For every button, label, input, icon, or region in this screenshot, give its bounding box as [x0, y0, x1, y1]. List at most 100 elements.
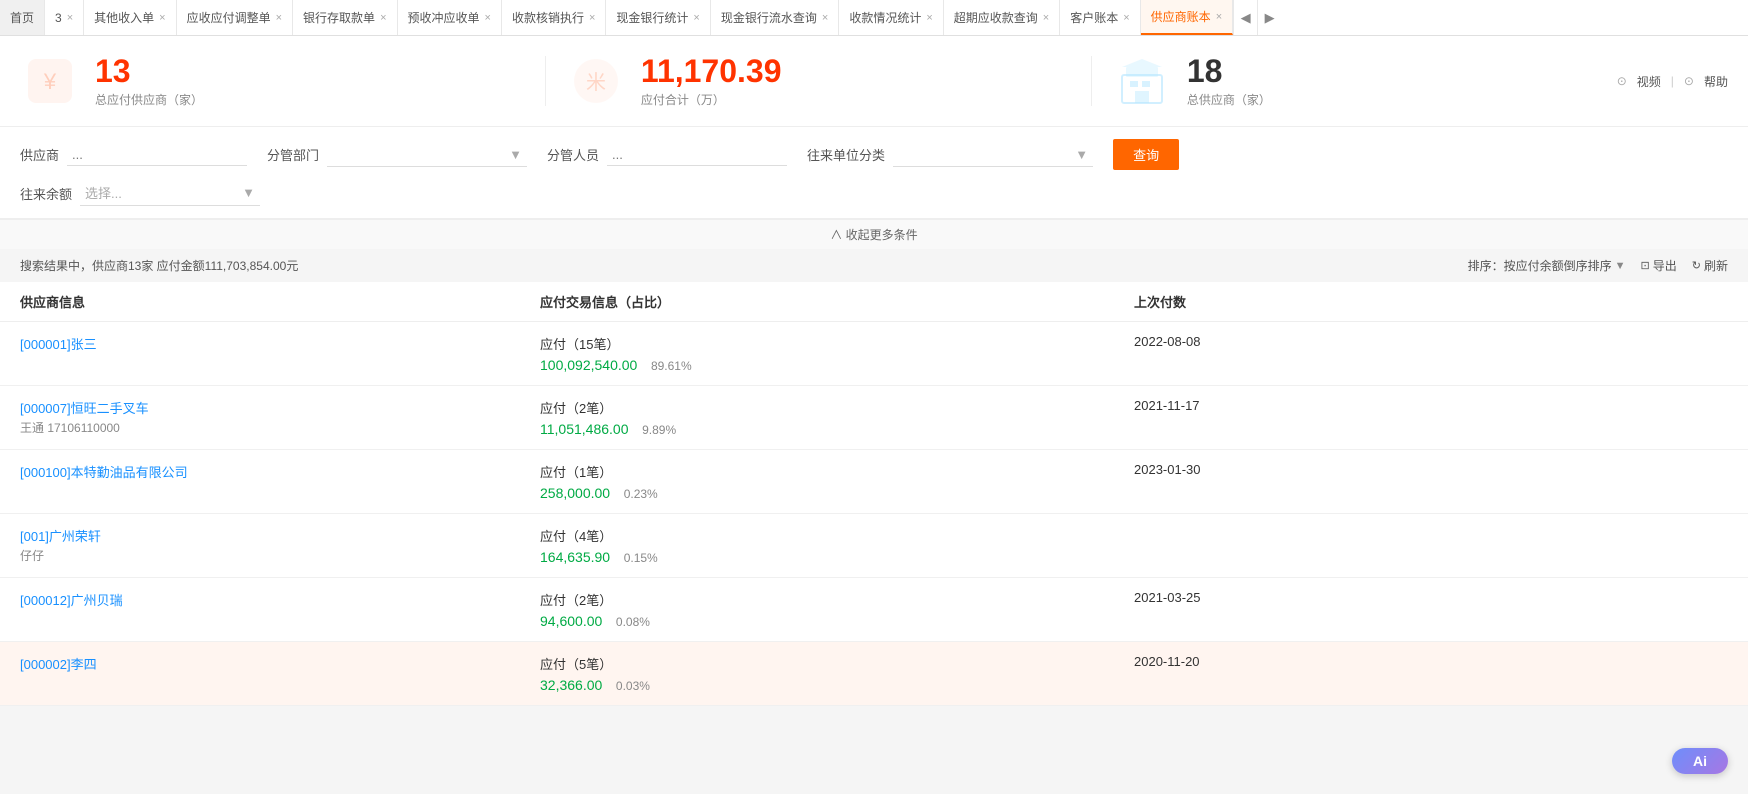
payable-info-cell: 应付（2笔） 11,051,486.00 9.89% — [540, 398, 1134, 437]
results-bar: 搜索结果中，供应商13家 应付金额111,703,854.00元 排序：按应付余… — [0, 249, 1748, 282]
collapse-bar[interactable]: ∧ 收起更多条件 — [0, 219, 1748, 249]
close-icon[interactable]: × — [926, 12, 932, 24]
filter-section: 供应商 分管部门 ▼ 分管人员 往来单位分类 ▼ 查询 往来余额 选择 — [0, 127, 1748, 219]
supplier-table: 供应商信息 应付交易信息（占比） 上次付数 [000001]张三 应付（15笔）… — [0, 282, 1748, 706]
nav-tab-receipt-stat[interactable]: 收款情况统计 × — [839, 0, 943, 35]
payable-suppliers-icon: ¥ — [20, 51, 80, 111]
table-row: [000012]广州贝瑞 应付（2笔） 94,600.00 0.08% 2021… — [0, 578, 1748, 642]
table-row: [000007]恒旺二手叉车 王通 17106110000 应付（2笔） 11,… — [0, 386, 1748, 450]
table-row: [001]广州荣轩 仔仔 应付（4笔） 164,635.90 0.15% — [0, 514, 1748, 578]
balance-filter: 往来余额 选择... ▼ — [20, 180, 260, 206]
nav-tab-receipt-verify[interactable]: 收款核销执行 × — [502, 0, 606, 35]
payable-count: 应付（1笔） — [540, 462, 1134, 481]
supplier-info-cell: [000007]恒旺二手叉车 王通 17106110000 — [20, 398, 540, 436]
sort-button[interactable]: 排序：按应付余额倒序排序 ▼ — [1468, 257, 1626, 274]
close-icon[interactable]: × — [822, 12, 828, 24]
supplier-link[interactable]: [000012]广州贝瑞 — [20, 593, 123, 608]
header-last-pay: 上次付数 — [1134, 292, 1728, 311]
payable-count: 应付（4笔） — [540, 526, 1134, 545]
total-suppliers-label: 总供应商（家） — [1187, 91, 1271, 108]
category-filter: 往来单位分类 ▼ — [807, 143, 1093, 167]
supplier-link[interactable]: [000002]李四 — [20, 657, 97, 672]
export-button[interactable]: ⊡ 导出 — [1641, 257, 1677, 274]
nav-tab-other-income[interactable]: 其他收入单 × — [84, 0, 176, 35]
help-circle-icon2: ⊙ — [1684, 74, 1694, 88]
close-icon[interactable]: × — [67, 12, 73, 24]
balance-select[interactable]: 选择... ▼ — [80, 180, 260, 206]
results-summary: 搜索结果中，供应商13家 应付金额111,703,854.00元 — [20, 257, 298, 274]
close-icon[interactable]: × — [589, 12, 595, 24]
close-icon[interactable]: × — [276, 12, 282, 24]
query-button[interactable]: 查询 — [1113, 139, 1179, 170]
close-icon[interactable]: × — [485, 12, 491, 24]
person-label: 分管人员 — [547, 145, 599, 164]
supplier-input[interactable] — [67, 144, 247, 166]
header-supplier-info: 供应商信息 — [20, 292, 540, 311]
supplier-link[interactable]: [000100]本特勤油品有限公司 — [20, 465, 188, 480]
payable-total-number: 11,170.39 — [641, 55, 782, 87]
close-icon[interactable]: × — [159, 12, 165, 24]
nav-tab-home[interactable]: 首页 — [0, 0, 45, 35]
close-icon[interactable]: × — [1216, 11, 1222, 23]
person-input[interactable] — [607, 144, 787, 166]
last-pay-date: 2023-01-30 — [1134, 462, 1728, 477]
close-icon[interactable]: × — [380, 12, 386, 24]
dept-select[interactable]: ▼ — [327, 143, 527, 167]
top-nav: 首页 3 × 其他收入单 × 应收应付调整单 × 银行存取款单 × 预收冲应收单… — [0, 0, 1748, 36]
svg-text:米: 米 — [586, 71, 606, 94]
payable-suppliers-number: 13 — [95, 55, 203, 87]
supplier-sub: 王通 17106110000 — [20, 419, 540, 436]
stat-total-suppliers: 18 总供应商（家） — [1112, 51, 1617, 111]
table-row: [000100]本特勤油品有限公司 应付（1笔） 258,000.00 0.23… — [0, 450, 1748, 514]
nav-tab-3[interactable]: 3 × — [45, 0, 84, 35]
payable-percent: 9.89% — [642, 423, 676, 437]
chevron-down-icon: ▼ — [509, 147, 522, 162]
supplier-label: 供应商 — [20, 145, 59, 164]
refresh-icon: ↻ — [1692, 259, 1701, 272]
last-pay-date: 2021-03-25 — [1134, 590, 1728, 605]
supplier-info-cell: [001]广州荣轩 仔仔 — [20, 526, 540, 564]
supplier-link[interactable]: [001]广州荣轩 — [20, 529, 101, 544]
payable-total-label: 应付合计（万） — [641, 91, 782, 108]
payable-percent: 0.03% — [616, 679, 650, 693]
supplier-info-cell: [000002]李四 — [20, 654, 540, 673]
help-link[interactable]: 帮助 — [1704, 73, 1728, 90]
close-icon[interactable]: × — [1043, 12, 1049, 24]
nav-tab-pre-receipt[interactable]: 预收冲应收单 × — [398, 0, 502, 35]
payable-info-cell: 应付（1笔） 258,000.00 0.23% — [540, 462, 1134, 501]
close-icon[interactable]: × — [1123, 12, 1129, 24]
payable-info-cell: 应付（4笔） 164,635.90 0.15% — [540, 526, 1134, 565]
filter-row-1: 供应商 分管部门 ▼ 分管人员 往来单位分类 ▼ 查询 — [20, 139, 1728, 170]
payable-suppliers-label: 总应付供应商（家） — [95, 91, 203, 108]
payable-info-cell: 应付（5笔） 32,366.00 0.03% — [540, 654, 1134, 693]
nav-next-arrow[interactable]: ▶ — [1257, 0, 1281, 35]
video-link[interactable]: 视频 — [1637, 73, 1661, 90]
chevron-down-icon2: ▼ — [1075, 147, 1088, 162]
nav-tab-cash-bank-flow[interactable]: 现金银行流水查询 × — [711, 0, 839, 35]
payable-count: 应付（2笔） — [540, 590, 1134, 609]
close-icon[interactable]: × — [693, 12, 699, 24]
balance-label: 往来余额 — [20, 184, 72, 203]
sort-arrow-icon: ▼ — [1615, 260, 1626, 272]
nav-tab-customer-book[interactable]: 客户账本 × — [1060, 0, 1140, 35]
payable-percent: 0.15% — [624, 551, 658, 565]
supplier-filter: 供应商 — [20, 144, 247, 166]
supplier-link[interactable]: [000007]恒旺二手叉车 — [20, 401, 149, 416]
nav-tab-bank-deposit[interactable]: 银行存取款单 × — [293, 0, 397, 35]
dept-label: 分管部门 — [267, 145, 319, 164]
supplier-link[interactable]: [000001]张三 — [20, 337, 97, 352]
nav-tab-supplier-book[interactable]: 供应商账本 × — [1141, 0, 1233, 35]
category-select[interactable]: ▼ — [893, 143, 1093, 167]
payable-info-cell: 应付（2笔） 94,600.00 0.08% — [540, 590, 1134, 629]
nav-tab-overdue-ar[interactable]: 超期应收款查询 × — [944, 0, 1060, 35]
ai-button[interactable]: Ai — [1672, 748, 1728, 774]
payable-amount: 11,051,486.00 — [540, 421, 629, 437]
help-circle-icon: ⊙ — [1617, 74, 1627, 88]
supplier-info-cell: [000001]张三 — [20, 334, 540, 353]
nav-tab-ar-ap-adjust[interactable]: 应收应付调整单 × — [177, 0, 293, 35]
nav-tab-cash-bank-stat[interactable]: 现金银行统计 × — [606, 0, 710, 35]
stat-divider-2 — [1091, 56, 1092, 106]
refresh-button[interactable]: ↻ 刷新 — [1692, 257, 1728, 274]
nav-prev-arrow[interactable]: ◀ — [1233, 0, 1257, 35]
person-filter: 分管人员 — [547, 144, 787, 166]
